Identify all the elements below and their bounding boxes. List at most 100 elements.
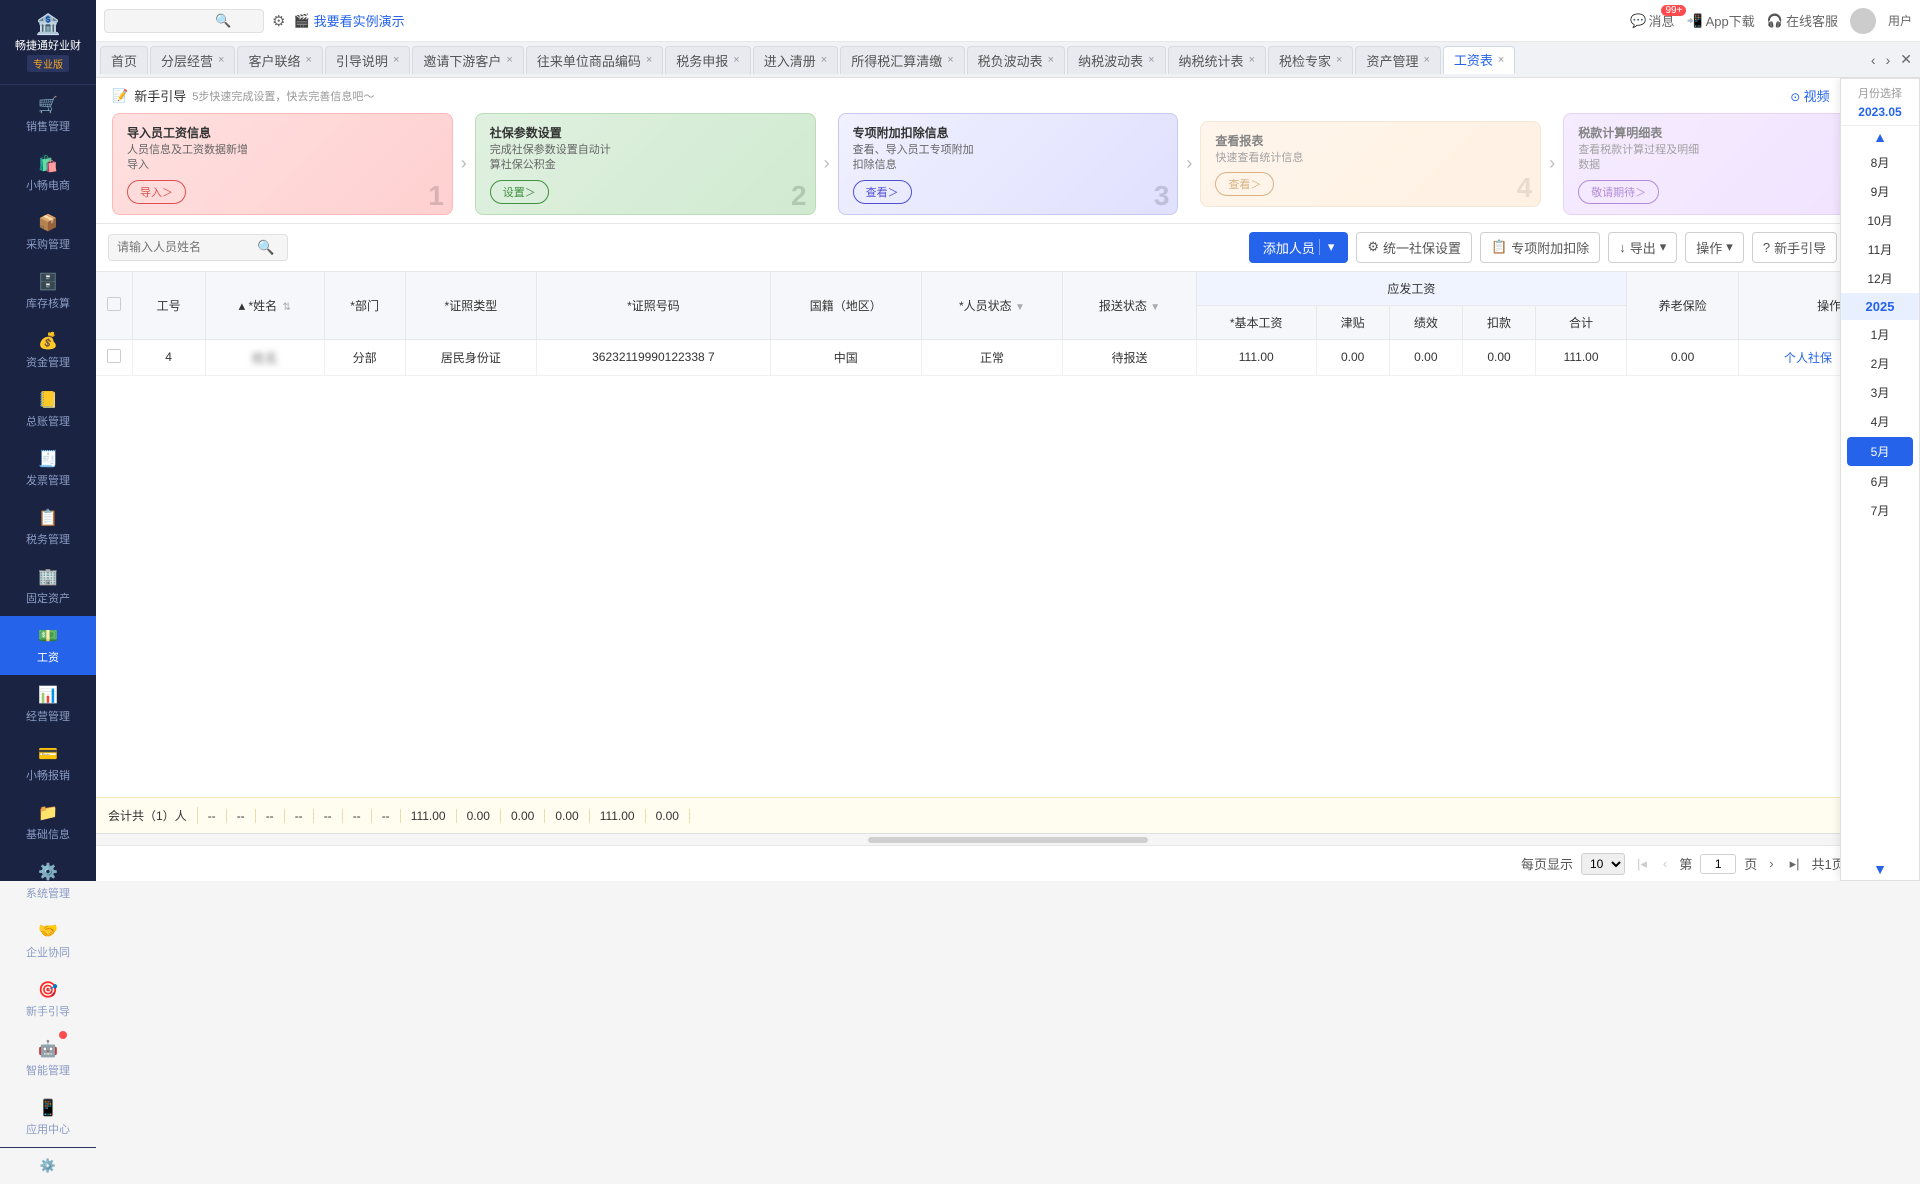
guide-video-link[interactable]: ⊙ 视频 [1790,86,1829,105]
sidebar-item-finance[interactable]: 💰 资金管理 [0,321,96,380]
first-page-button[interactable]: |◂ [1633,854,1651,874]
horizontal-scrollbar[interactable] [96,833,1920,845]
add-person-button[interactable]: 添加人员 ▾ [1249,232,1349,263]
export-dropdown-icon[interactable]: ▾ [1660,239,1667,255]
tab-tax-burden[interactable]: 税负波动表× [967,46,1065,74]
month-item-1[interactable]: 1月 [1841,320,1919,349]
topbar-message-button[interactable]: 💬 消息 99+ [1630,11,1674,30]
sidebar-item-inventory[interactable]: 🗄️ 库存核算 [0,262,96,321]
tab-goods-code[interactable]: 往来单位商品编码× [526,46,663,74]
sidebar-item-invoice[interactable]: 🧾 发票管理 [0,439,96,498]
month-item-11[interactable]: 11月 [1841,235,1919,264]
tab-close-invite[interactable]: × [506,54,512,66]
tab-close-guide-intro[interactable]: × [393,54,399,66]
add-person-dropdown-icon[interactable]: ▾ [1319,239,1335,255]
month-item-10[interactable]: 10月 [1841,206,1919,235]
sidebar-item-marketing[interactable]: 💳 小畅报销 [0,734,96,793]
month-item-4[interactable]: 4月 [1841,407,1919,436]
sidebar-gear-button[interactable]: ⚙️ [0,1147,96,1184]
tab-close-asset-mgmt[interactable]: × [1423,54,1429,66]
tab-layered[interactable]: 分层经营× [150,46,235,74]
guide-step-2-button[interactable]: 设置＞ [490,180,549,204]
toolbar-search-box[interactable]: 🔍 [108,234,288,261]
operation-dropdown-icon[interactable]: ▾ [1726,239,1733,255]
sidebar-item-operations[interactable]: 📊 经营管理 [0,675,96,734]
tabs-close-all[interactable]: ✕ [1896,49,1916,70]
tab-close-contact[interactable]: × [305,54,311,66]
tab-contact[interactable]: 客户联络× [237,46,322,74]
tab-close-salary[interactable]: × [1498,54,1504,66]
guide-step-5-button[interactable]: 敬请期待＞ [1578,180,1659,204]
sidebar-item-ledger[interactable]: 📒 总账管理 [0,380,96,439]
tab-income-tax[interactable]: 所得税汇算清缴× [840,46,964,74]
topbar-gear-button[interactable]: ⚙ [272,12,285,30]
guide-step-4-button[interactable]: 查看＞ [1215,172,1274,196]
last-page-button[interactable]: ▸| [1786,854,1804,874]
report-status-filter-icon[interactable]: ▼ [1150,302,1160,313]
tab-asset-mgmt[interactable]: 资产管理× [1355,46,1440,74]
name-sort-icon[interactable]: ⇅ [282,302,290,313]
tab-close-tax-stats[interactable]: × [1249,54,1255,66]
tab-tax-expert[interactable]: 税检专家× [1268,46,1353,74]
month-item-6[interactable]: 6月 [1841,467,1919,496]
search-input[interactable] [117,240,257,254]
sidebar-item-sales[interactable]: 🛒 销售管理 [0,85,96,144]
sidebar-item-smart[interactable]: 🤖 智能管理 [0,1029,96,1088]
sidebar-item-purchase[interactable]: 📦 采购管理 [0,203,96,262]
status-filter-icon[interactable]: ▼ [1015,302,1025,313]
tab-close-tax-burden[interactable]: × [1048,54,1054,66]
month-nav-down[interactable]: ▼ [1873,858,1887,880]
tab-tax-stats[interactable]: 纳税统计表× [1168,46,1266,74]
prev-page-button[interactable]: ‹ [1659,854,1671,873]
per-page-select[interactable]: 10 20 50 [1581,853,1625,875]
tab-clearance[interactable]: 进入清册× [753,46,838,74]
topbar-demo-button[interactable]: 🎬 我要看实例演示 [293,11,404,30]
tab-close-tax-expert[interactable]: × [1336,54,1342,66]
month-item-9[interactable]: 9月 [1841,177,1919,206]
sidebar-item-apps[interactable]: 📱 应用中心 [0,1088,96,1147]
tab-close-income-tax[interactable]: × [947,54,953,66]
tab-close-clearance[interactable]: × [821,54,827,66]
sidebar-item-ecommerce[interactable]: 🛍️ 小畅电商 [0,144,96,203]
operation-button[interactable]: 操作 ▾ [1685,232,1744,263]
sidebar-item-coop[interactable]: 🤝 企业协同 [0,911,96,970]
export-button[interactable]: ↓ 导出 ▾ [1608,232,1677,263]
tab-tax-report[interactable]: 税务申报× [665,46,750,74]
month-item-12[interactable]: 12月 [1841,264,1919,293]
sidebar-item-tax[interactable]: 📋 税务管理 [0,498,96,557]
sidebar-item-assets[interactable]: 🏢 固定资产 [0,557,96,616]
tab-salary[interactable]: 工资表× [1443,46,1515,74]
sidebar-item-salary[interactable]: 💵 工资 [0,616,96,675]
sidebar-item-system[interactable]: ⚙️ 系统管理 [0,852,96,911]
topbar-app-download-button[interactable]: 📲 App下载 [1686,11,1754,30]
special-deduction-button[interactable]: 📋 专项附加扣除 [1480,232,1600,263]
tab-close-tax-wave[interactable]: × [1148,54,1154,66]
row-checkbox[interactable] [107,349,121,363]
month-item-7[interactable]: 7月 [1841,496,1919,525]
tab-home[interactable]: 首页 [100,46,148,74]
month-item-2[interactable]: 2月 [1841,349,1919,378]
month-item-3[interactable]: 3月 [1841,378,1919,407]
tab-close-layered[interactable]: × [218,54,224,66]
guide-step-1-button[interactable]: 导入＞ [127,180,186,204]
next-page-button[interactable]: › [1765,854,1777,873]
tabs-nav-next[interactable]: › [1882,50,1895,70]
user-name[interactable]: 用户 [1888,12,1912,29]
guide-step-3-button[interactable]: 查看＞ [853,180,912,204]
tab-tax-wave[interactable]: 纳税波动表× [1067,46,1165,74]
social-security-button[interactable]: ⚙ 统一社保设置 [1356,232,1472,263]
page-number-input[interactable] [1700,854,1736,874]
guide-button[interactable]: ? 新手引导 [1752,232,1837,263]
tab-guide-intro[interactable]: 引导说明× [325,46,410,74]
sidebar-item-guide[interactable]: 🎯 新手引导 [0,970,96,1029]
month-item-8[interactable]: 8月 [1841,148,1919,177]
month-nav-up[interactable]: ▲ [1873,126,1887,148]
topbar-search-input[interactable] [115,14,215,28]
topbar-search-box[interactable]: 🔍 [104,9,264,33]
sidebar-item-basic[interactable]: 📁 基础信息 [0,793,96,852]
tab-invite[interactable]: 邀请下游客户× [412,46,523,74]
tab-close-tax-report[interactable]: × [733,54,739,66]
topbar-online-service-button[interactable]: 🎧 在线客服 [1767,11,1838,30]
scrollbar-thumb[interactable] [868,837,1148,843]
tabs-nav-prev[interactable]: ‹ [1867,50,1880,70]
